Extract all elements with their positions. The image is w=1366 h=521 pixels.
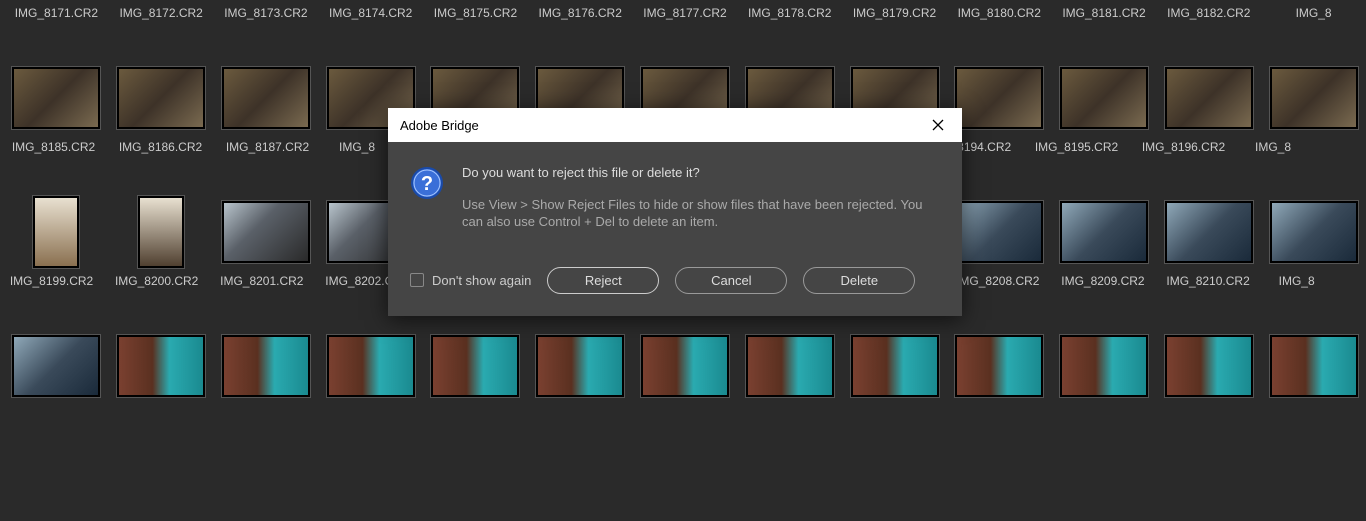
dialog-body: ? Do you want to reject this file or del… [388, 142, 962, 253]
file-label[interactable]: IMG_8172.CR2 [109, 6, 214, 24]
file-label[interactable]: IMG_8180.CR2 [947, 6, 1052, 24]
thumbnail[interactable] [1052, 196, 1157, 268]
dialog-question: Do you want to reject this file or delet… [462, 164, 940, 182]
thumbnail[interactable] [1261, 62, 1366, 134]
file-label[interactable]: IMG_8177.CR2 [633, 6, 738, 24]
close-button[interactable] [926, 113, 950, 137]
file-label[interactable]: IMG_8195.CR2 [1023, 140, 1130, 158]
file-label[interactable]: IMG_8 [1237, 140, 1344, 158]
file-label[interactable]: IMG_8173.CR2 [214, 6, 319, 24]
file-label[interactable]: IMG_8196.CR2 [1130, 140, 1237, 158]
thumbnail[interactable] [1261, 196, 1366, 268]
thumbnail[interactable] [1261, 330, 1366, 402]
file-label[interactable]: IMG_8182.CR2 [1156, 6, 1261, 24]
thumbnail[interactable] [4, 196, 109, 268]
dialog-title: Adobe Bridge [400, 118, 926, 133]
confirm-dialog: Adobe Bridge ? Do you want to reject thi… [388, 108, 962, 316]
dialog-titlebar[interactable]: Adobe Bridge [388, 108, 962, 142]
thumbnail[interactable] [737, 330, 842, 402]
file-label[interactable]: IMG_8186.CR2 [107, 140, 214, 158]
thumbnail[interactable] [947, 62, 1052, 134]
thumbnail[interactable] [1052, 330, 1157, 402]
thumbnail[interactable] [109, 196, 214, 268]
reject-button[interactable]: Reject [547, 267, 659, 294]
question-icon: ? [410, 166, 444, 200]
thumbnail[interactable] [109, 330, 214, 402]
file-label[interactable]: IMG_8171.CR2 [4, 6, 109, 24]
file-label[interactable]: IMG_8 [1261, 274, 1366, 292]
thumbnail[interactable] [947, 196, 1052, 268]
file-label[interactable]: IMG_8174.CR2 [318, 6, 423, 24]
file-label[interactable]: IMG_8178.CR2 [737, 6, 842, 24]
file-label[interactable]: IMG_8201.CR2 [209, 274, 314, 292]
file-label[interactable]: IMG_8179.CR2 [842, 6, 947, 24]
thumbnail[interactable] [214, 330, 319, 402]
file-label[interactable]: IMG_8187.CR2 [214, 140, 321, 158]
file-label[interactable]: IMG_8210.CR2 [1156, 274, 1261, 292]
file-label[interactable]: IMG_8175.CR2 [423, 6, 528, 24]
svg-text:?: ? [421, 173, 433, 195]
file-label[interactable]: IMG_8185.CR2 [0, 140, 107, 158]
thumbnail[interactable] [1052, 62, 1157, 134]
thumbnail[interactable] [1156, 62, 1261, 134]
file-label[interactable]: IMG_8209.CR2 [1050, 274, 1155, 292]
thumbnail[interactable] [842, 330, 947, 402]
thumbnail[interactable] [947, 330, 1052, 402]
file-label[interactable]: IMG_8176.CR2 [528, 6, 633, 24]
file-label[interactable]: IMG_8 [1261, 6, 1366, 24]
thumbnail[interactable] [4, 62, 109, 134]
dialog-hint: Use View > Show Reject Files to hide or … [462, 196, 940, 231]
thumbnail[interactable] [214, 62, 319, 134]
close-icon [932, 119, 944, 131]
dont-show-again[interactable]: Don't show again [410, 273, 531, 288]
thumbnail[interactable] [109, 62, 214, 134]
file-label[interactable]: IMG_8199.CR2 [0, 274, 104, 292]
thumbnail[interactable] [423, 330, 528, 402]
checkbox-icon[interactable] [410, 273, 424, 287]
dont-show-label: Don't show again [432, 273, 531, 288]
cancel-button[interactable]: Cancel [675, 267, 787, 294]
thumbnail[interactable] [4, 330, 109, 402]
file-label[interactable]: IMG_8200.CR2 [104, 274, 209, 292]
thumbnail[interactable] [1156, 330, 1261, 402]
dialog-footer: Don't show again Reject Cancel Delete [388, 253, 962, 316]
file-label[interactable]: IMG_8181.CR2 [1052, 6, 1157, 24]
thumbnail[interactable] [528, 330, 633, 402]
thumbnail[interactable] [1156, 196, 1261, 268]
thumbnail-row-labels: IMG_8171.CR2 IMG_8172.CR2 IMG_8173.CR2 I… [0, 0, 1366, 24]
delete-button[interactable]: Delete [803, 267, 915, 294]
thumbnail[interactable] [214, 196, 319, 268]
thumbnail[interactable] [318, 330, 423, 402]
thumbnail[interactable] [633, 330, 738, 402]
